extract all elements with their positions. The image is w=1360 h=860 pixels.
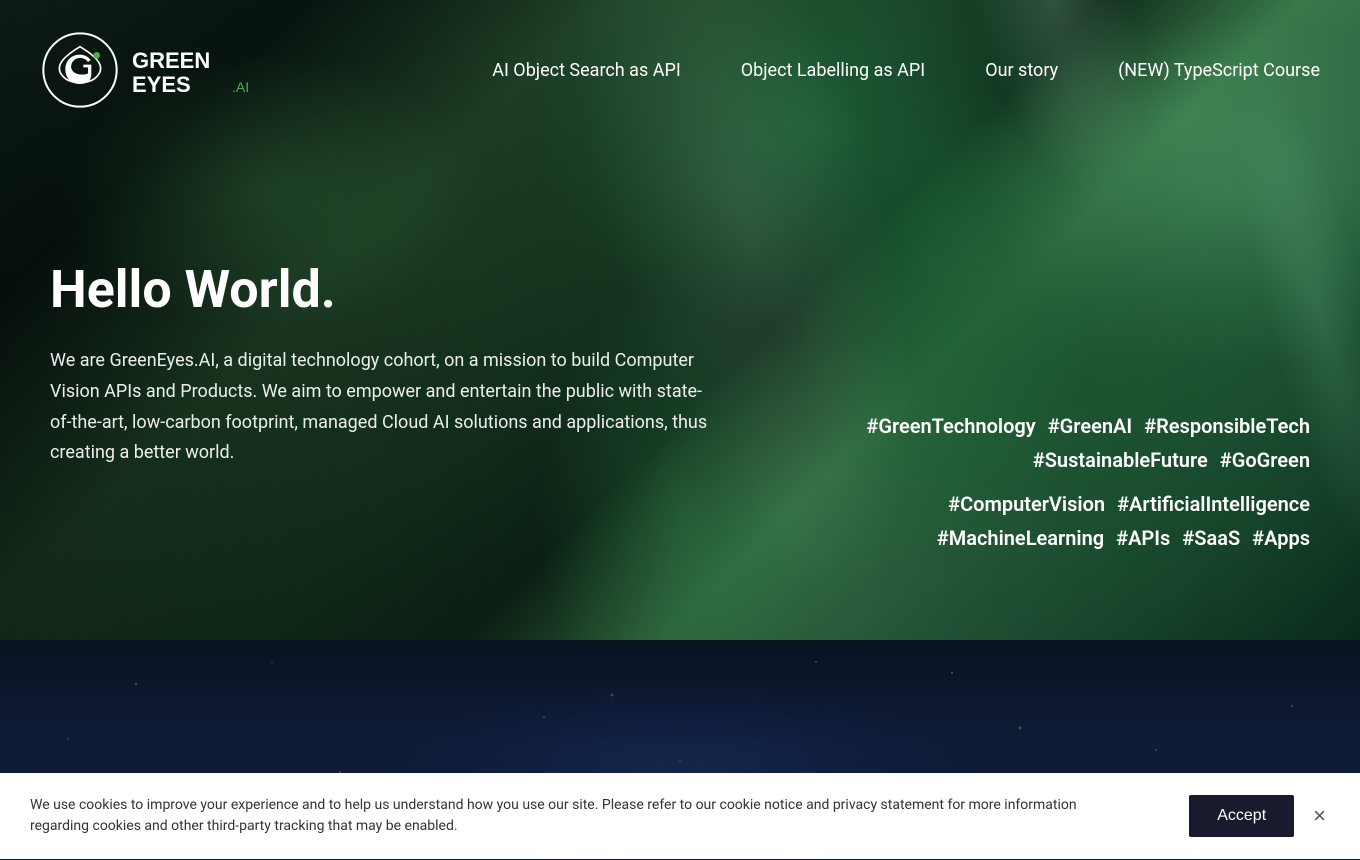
nav-item-ai-search[interactable]: AI Object Search as API	[492, 60, 681, 81]
nav-link-object-labelling[interactable]: Object Labelling as API	[741, 60, 925, 81]
cookie-close-button[interactable]: ×	[1309, 801, 1330, 831]
nav-item-object-labelling[interactable]: Object Labelling as API	[741, 60, 925, 81]
nav-item-typescript-course[interactable]: (NEW) TypeScript Course	[1118, 60, 1320, 81]
tag-apps[interactable]: #Apps	[1252, 526, 1310, 550]
cookie-actions: Accept ×	[1189, 795, 1330, 837]
navbar: GREEN EYES .AI AI Object Search as API O…	[0, 0, 1360, 140]
greeneyes-logo	[40, 30, 120, 110]
tag-apis[interactable]: #APIs	[1116, 526, 1170, 550]
svg-text:GREEN: GREEN	[132, 48, 210, 73]
nav-item-our-story[interactable]: Our story	[985, 60, 1058, 81]
tags-row-1: #GreenTechnology #GreenAI #ResponsibleTe…	[866, 414, 1310, 438]
tag-saas[interactable]: #SaaS	[1182, 526, 1240, 550]
hero-title: Hello World.	[50, 261, 710, 318]
tag-artificial-intelligence[interactable]: #ArtificialIntelligence	[1117, 492, 1310, 516]
hero-text-block: Hello World. We are GreenEyes.AI, a digi…	[50, 261, 710, 469]
tag-go-green[interactable]: #GoGreen	[1220, 448, 1310, 472]
nav-link-our-story[interactable]: Our story	[985, 60, 1058, 81]
tag-machine-learning[interactable]: #MachineLearning	[937, 526, 1104, 550]
tags-row-2: #SustainableFuture #GoGreen	[866, 448, 1310, 472]
tag-sustainable-future[interactable]: #SustainableFuture	[1033, 448, 1208, 472]
tags-row-3: #ComputerVision #ArtificialIntelligence	[866, 492, 1310, 516]
svg-text:EYES: EYES	[132, 72, 191, 97]
hero-body-text: We are GreenEyes.AI, a digital technolog…	[50, 346, 710, 468]
nav-links: AI Object Search as API Object Labelling…	[492, 60, 1320, 81]
cookie-banner: We use cookies to improve your experienc…	[0, 773, 1360, 859]
tag-responsible-tech[interactable]: #ResponsibleTech	[1144, 414, 1310, 438]
cookie-accept-button[interactable]: Accept	[1189, 795, 1294, 837]
hero-tags: #GreenTechnology #GreenAI #ResponsibleTe…	[866, 414, 1310, 560]
nav-link-ai-search[interactable]: AI Object Search as API	[492, 60, 681, 81]
svg-text:.AI: .AI	[232, 79, 249, 95]
cookie-message: We use cookies to improve your experienc…	[30, 795, 1130, 837]
logo-area[interactable]: GREEN EYES .AI	[40, 30, 292, 110]
tag-computer-vision[interactable]: #ComputerVision	[948, 492, 1105, 516]
tag-green-ai[interactable]: #GreenAI	[1048, 414, 1132, 438]
tags-row-4: #MachineLearning #APIs #SaaS #Apps	[866, 526, 1310, 550]
tag-green-technology[interactable]: #GreenTechnology	[866, 414, 1035, 438]
greeneyes-wordmark: GREEN EYES .AI	[132, 40, 292, 100]
nav-link-typescript-course[interactable]: (NEW) TypeScript Course	[1118, 60, 1320, 81]
